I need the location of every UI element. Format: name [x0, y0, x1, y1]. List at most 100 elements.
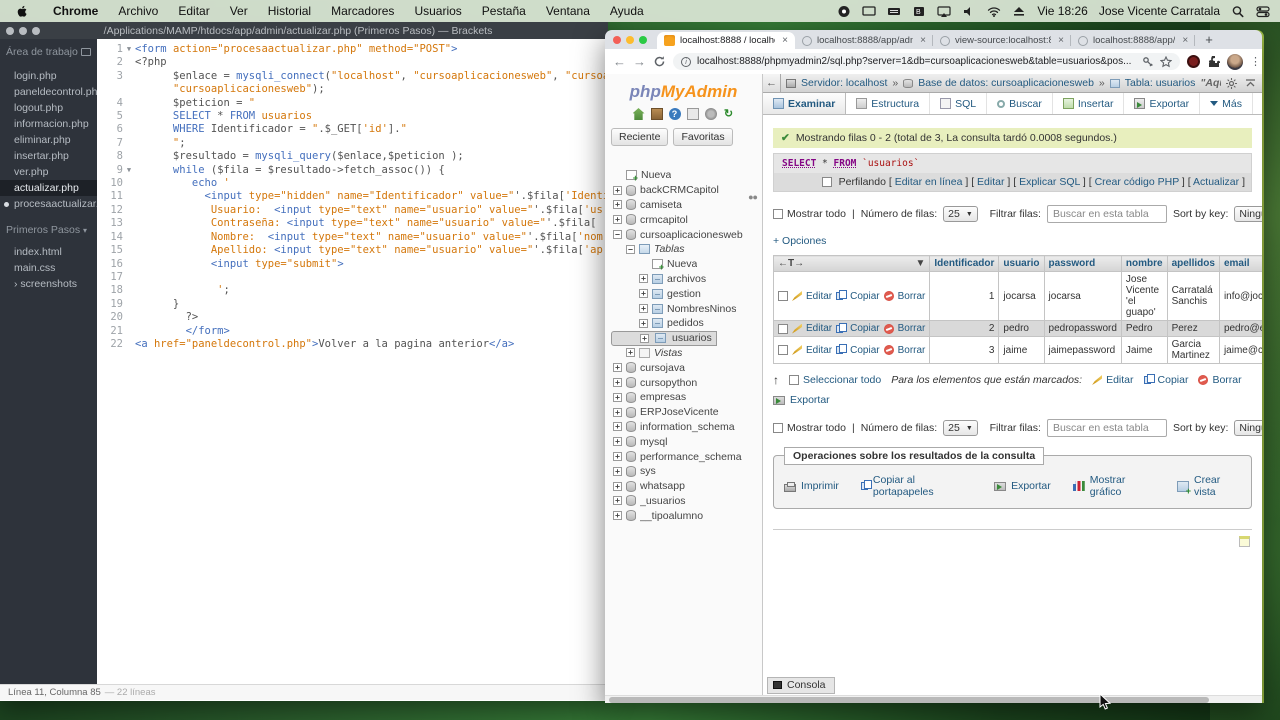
tree-item-empresas[interactable]: + empresas	[611, 390, 762, 405]
sort-by-key-select[interactable]: Ninguna▼	[1234, 420, 1262, 436]
menubar-item-historial[interactable]: Historial	[258, 4, 321, 18]
tree-expander-icon[interactable]: +	[639, 274, 648, 284]
browser-tab-3[interactable]: localhost:8888/app/ ×	[1071, 32, 1196, 49]
code-text[interactable]: SELECT * FROM usuarios	[135, 110, 608, 123]
tree-item-usuarios[interactable]: + usuarios	[611, 330, 717, 346]
tree-expander-icon[interactable]: +	[639, 304, 648, 314]
code-editor[interactable]: 1 ▼ <form action="procesaactualizar.php" m…	[97, 39, 608, 684]
column-header-apellidos[interactable]: apellidos	[1166, 255, 1220, 272]
sidebar-file-eliminar-php[interactable]: eliminar.php	[0, 132, 97, 148]
help-icon[interactable]: ?	[668, 108, 681, 120]
tree-expander-icon[interactable]: +	[639, 289, 648, 299]
tree-expander-icon[interactable]: +	[613, 185, 622, 195]
menubar-user-name[interactable]: Jose Vicente Carratala	[1099, 4, 1220, 18]
column-header-usuario[interactable]: usuario	[998, 255, 1045, 272]
project-switcher[interactable]: Primeros Pasos ▾	[0, 212, 97, 244]
tree-expander-icon[interactable]: +	[639, 318, 648, 328]
tab-close-icon[interactable]: ×	[1180, 35, 1188, 46]
keyboard-icon[interactable]	[887, 5, 901, 18]
tree-expander-icon[interactable]: +	[613, 392, 622, 402]
panel-resize-handle[interactable]: ●●	[748, 192, 758, 202]
code-text[interactable]: "cursoaplicacionesweb");	[135, 83, 608, 96]
row-action-borrar[interactable]: Borrar	[898, 291, 926, 302]
browser-tab-1[interactable]: localhost:8888/app/admi ×	[795, 32, 933, 49]
documentation-icon[interactable]	[686, 108, 699, 120]
code-text[interactable]: ';	[135, 284, 608, 297]
browser-tab-0[interactable]: localhost:8888 / localhos ×	[657, 32, 795, 49]
tree-expander-icon[interactable]: +	[613, 496, 622, 506]
close-window-button[interactable]	[613, 35, 621, 44]
extension-icon[interactable]	[1187, 55, 1200, 68]
menubar-clock[interactable]: Vie 18:26	[1037, 4, 1088, 18]
row-checkbox[interactable]	[778, 291, 788, 301]
inline-edit-note-icon[interactable]	[1239, 536, 1250, 547]
sidebar-file-procesaactualizar-[interactable]: procesaactualizar.	[0, 196, 97, 212]
tree-item-backCRMCapitol[interactable]: + backCRMCapitol	[611, 183, 762, 198]
op-imprimir[interactable]: Imprimir	[784, 480, 839, 492]
row-action-editar[interactable]: Editar	[806, 345, 832, 356]
code-text[interactable]: ";	[135, 137, 608, 150]
volume-icon[interactable]	[962, 5, 976, 18]
with-selected-edit[interactable]: Editar	[1092, 374, 1134, 386]
sidebar-file-index-html[interactable]: index.html	[0, 244, 97, 260]
url-text[interactable]: localhost:8888/phpmyadmin2/sql.php?serve…	[697, 56, 1136, 67]
code-text[interactable]: Contraseña: <input type="text" name="usu…	[135, 217, 608, 230]
profiling-link-editar[interactable]: Editar	[977, 176, 1004, 188]
code-text[interactable]: echo '	[135, 177, 608, 190]
profiling-link-crear-c-digo-php[interactable]: Crear código PHP	[1095, 176, 1179, 188]
tree-item-pedidos[interactable]: + pedidos	[611, 316, 762, 331]
menubar-item-archivo[interactable]: Archivo	[108, 4, 168, 18]
collapse-top-icon[interactable]	[1245, 78, 1256, 88]
tree-expander-icon[interactable]: +	[613, 511, 622, 521]
op-copiar-al-portapapeles[interactable]: Copiar al portapapeles	[860, 474, 972, 498]
nav-button-favoritas[interactable]: Favoritas	[673, 128, 733, 146]
scrollbar-thumb[interactable]	[609, 697, 1209, 703]
new-tab-button[interactable]: +	[1195, 32, 1223, 49]
sort-by-key-select[interactable]: Ninguna▼	[1234, 206, 1262, 222]
tree-item-crmcapitol[interactable]: + crmcapitol	[611, 212, 762, 227]
rows-count-select[interactable]: 25 ▼	[943, 420, 978, 436]
profiling-link-editar-en-l-nea[interactable]: Editar en línea	[895, 176, 963, 188]
forward-button[interactable]: →	[633, 55, 646, 68]
pma-tab-insertar[interactable]: Insertar	[1053, 93, 1125, 114]
sidebar-file-informacion-php[interactable]: informacion.php	[0, 116, 97, 132]
menubar-item-pestaña[interactable]: Pestaña	[472, 4, 536, 18]
chrome-menu-icon[interactable]: ⋮	[1250, 56, 1261, 67]
code-text[interactable]: </form>	[135, 325, 608, 338]
menubar-item-chrome[interactable]: Chrome	[43, 4, 108, 18]
tree-expander-icon[interactable]: +	[613, 466, 622, 476]
select-all-link[interactable]: Seleccionar todo	[803, 374, 881, 386]
tree-item-Nueva[interactable]: Nueva	[611, 168, 762, 183]
pma-tab-estructura[interactable]: Estructura	[846, 93, 931, 114]
row-checkbox[interactable]	[778, 345, 788, 355]
tree-item-whatsapp[interactable]: + whatsapp	[611, 479, 762, 494]
sidebar-file-insertar-php[interactable]: insertar.php	[0, 148, 97, 164]
workspace-switch-icon[interactable]	[81, 48, 91, 56]
tree-expander-icon[interactable]: +	[640, 333, 649, 343]
tab-close-icon[interactable]: ×	[1056, 35, 1064, 46]
row-action-copiar[interactable]: Copiar	[850, 291, 879, 302]
sidebar-file-screenshots[interactable]: › screenshots	[0, 276, 97, 292]
menubar-item-marcadores[interactable]: Marcadores	[321, 4, 404, 18]
code-text[interactable]: ?>	[135, 311, 608, 324]
fold-marker-icon[interactable]: ▼	[123, 164, 135, 177]
code-text[interactable]: <input type="submit">	[135, 258, 608, 271]
sidebar-file-actualizar-php[interactable]: actualizar.php	[0, 180, 97, 196]
tree-item-performance_schema[interactable]: + performance_schema	[611, 449, 762, 464]
code-text[interactable]: Nombre: <input type="text" name="usuario…	[135, 231, 608, 244]
control-center-icon[interactable]	[1256, 5, 1270, 18]
horizontal-scrollbar[interactable]	[605, 695, 1262, 703]
op-exportar[interactable]: Exportar	[994, 480, 1051, 492]
eject-icon[interactable]	[1012, 5, 1026, 18]
tree-item-camiseta[interactable]: + camiseta	[611, 198, 762, 213]
code-text[interactable]: <a href="paneldecontrol.php">Volver a la…	[135, 338, 608, 351]
extensions-puzzle-icon[interactable]	[1207, 55, 1220, 68]
column-header-nombre[interactable]: nombre	[1120, 255, 1168, 272]
boom-app-icon[interactable]: B	[912, 5, 926, 18]
tree-item-Tablas[interactable]: − Tablas	[611, 242, 762, 257]
wifi-icon[interactable]	[987, 5, 1001, 18]
tree-expander-icon[interactable]: +	[613, 452, 622, 462]
zoom-window-button[interactable]	[639, 35, 647, 44]
page-settings-gear-icon[interactable]	[1226, 77, 1237, 89]
code-text[interactable]: }	[135, 298, 608, 311]
